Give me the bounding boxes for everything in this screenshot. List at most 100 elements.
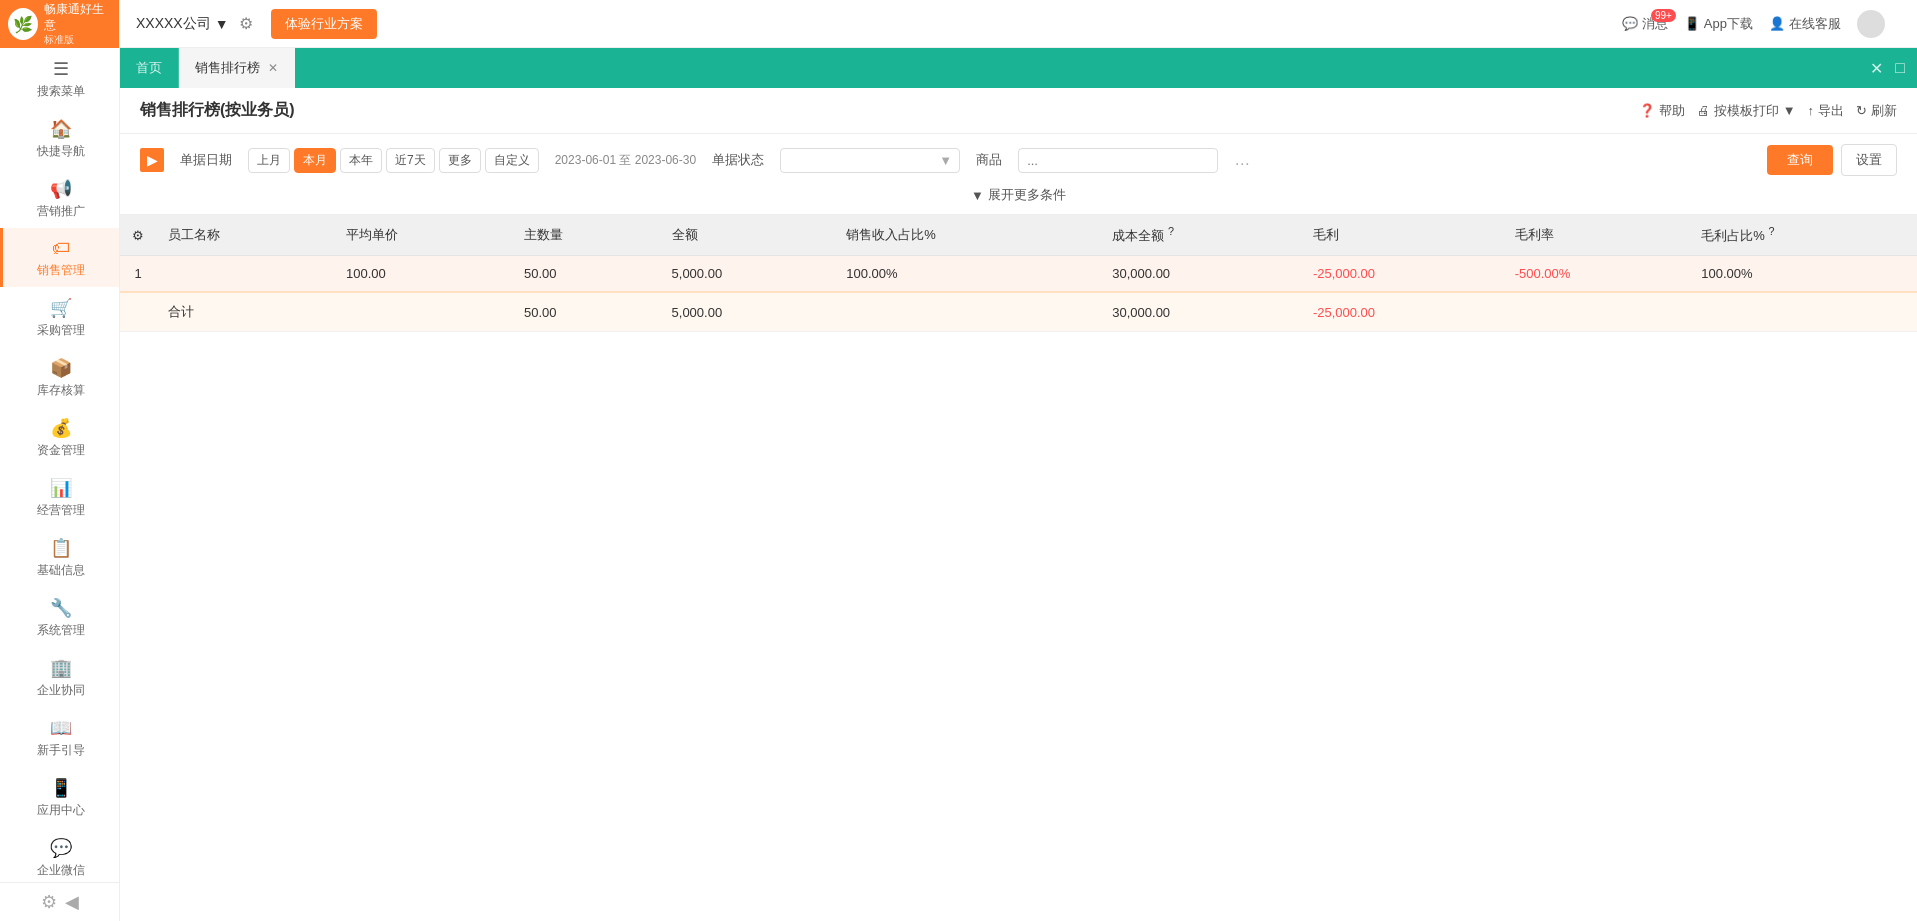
topbar: XXXXX公司 ▼ ⚙ 体验行业方案 💬 消息 99+ 📱 App下载 👤 在线… (120, 0, 1917, 48)
wechat-icon: 💬 (50, 837, 72, 859)
th-cost: 成本全额 ? (1100, 215, 1301, 256)
th-profit-pct: 毛利占比% ? (1689, 215, 1917, 256)
avatar[interactable] (1857, 10, 1885, 38)
data-table: ⚙ 员工名称 平均单价 主数量 全额 销售收入占比% 成本全额 ? 毛利 毛利率… (120, 215, 1917, 332)
sidebar-item-marketing[interactable]: 📢营销推广 (0, 168, 119, 228)
sidebar-item-finance[interactable]: 💰 资金管理 (0, 407, 119, 467)
trial-button[interactable]: 体验行业方案 (271, 9, 377, 39)
status-label: 单据状态 (712, 151, 764, 169)
date-curr-year-btn[interactable]: 本年 (340, 148, 382, 173)
collapse-icon[interactable]: ◀ (65, 891, 79, 913)
sidebar-item-search[interactable]: ☰搜索菜单 (0, 48, 119, 108)
th-settings[interactable]: ⚙ (120, 215, 156, 256)
table-header-row: ⚙ 员工名称 平均单价 主数量 全额 销售收入占比% 成本全额 ? 毛利 毛利率… (120, 215, 1917, 256)
date-prev-month-btn[interactable]: 上月 (248, 148, 290, 173)
company-settings-icon[interactable]: ⚙ (239, 14, 253, 33)
main-content: XXXXX公司 ▼ ⚙ 体验行业方案 💬 消息 99+ 📱 App下载 👤 在线… (120, 0, 1917, 921)
topbar-right: 💬 消息 99+ 📱 App下载 👤 在线客服 (1622, 10, 1901, 38)
search-icon: ☰ (53, 58, 69, 80)
sidebar-label-guide: 新手引导 (37, 742, 85, 759)
basic-icon: 📋 (50, 537, 72, 559)
sidebar-label-sales: 销售管理 (37, 262, 85, 279)
date-curr-month-btn[interactable]: 本月 (294, 148, 336, 173)
cell-name (156, 256, 334, 293)
help-button[interactable]: ❓ 帮助 (1639, 102, 1685, 120)
sidebar-item-system[interactable]: 🔧 系统管理 (0, 587, 119, 647)
online-service-button[interactable]: 👤 在线客服 (1769, 15, 1841, 33)
sidebar-label-finance: 资金管理 (37, 442, 85, 459)
sidebar-item-sales[interactable]: 🏷 销售管理 (0, 228, 119, 287)
filter-bar: ▶ 单据日期 上月 本月 本年 近7天 更多 自定义 2023-06-01 至 … (120, 134, 1917, 215)
sidebar-item-shortcut[interactable]: 🏠快捷导航 (0, 108, 119, 168)
sidebar-label-basic: 基础信息 (37, 562, 85, 579)
footer-empty-1 (120, 292, 156, 332)
sidebar-label-system: 系统管理 (37, 622, 85, 639)
table-row: 1 100.00 50.00 5,000.00 100.00% 30,000.0… (120, 256, 1917, 293)
sidebar-label-inventory: 库存核算 (37, 382, 85, 399)
footer-cost: 30,000.00 (1100, 292, 1301, 332)
export-button[interactable]: ↑ 导出 (1808, 102, 1845, 120)
th-sales-pct: 销售收入占比% (834, 215, 1100, 256)
date-more-btn[interactable]: 更多 (439, 148, 481, 173)
settings-button[interactable]: 设置 (1841, 144, 1897, 176)
sidebar-item-inventory[interactable]: 📦库存核算 (0, 347, 119, 407)
query-button[interactable]: 查询 (1767, 145, 1833, 175)
table-footer: 合计 50.00 5,000.00 30,000.00 -25,000.00 (120, 292, 1917, 332)
footer-profit-rate (1503, 292, 1690, 332)
system-icon: 🔧 (50, 597, 72, 619)
app-download-button[interactable]: 📱 App下载 (1684, 15, 1753, 33)
th-name: 员工名称 (156, 215, 334, 256)
sidebar-item-apps[interactable]: 📱应用中心 (0, 767, 119, 827)
tab-close-icon[interactable]: ✕ (268, 61, 278, 75)
sidebar-item-wechat[interactable]: 💬企业微信 (0, 827, 119, 882)
footer-profit: -25,000.00 (1301, 292, 1503, 332)
export-icon: ↑ (1808, 103, 1815, 118)
goods-more-icon[interactable]: … (1234, 151, 1250, 169)
cell-profit: -25,000.00 (1301, 256, 1503, 293)
maximize-window-icon[interactable]: □ (1895, 59, 1905, 77)
app-logo: 🌿 畅康通好生意 标准版 (0, 0, 119, 48)
date-last7-btn[interactable]: 近7天 (386, 148, 435, 173)
date-label: 单据日期 (180, 151, 232, 169)
sidebar-label-apps: 应用中心 (37, 802, 85, 819)
footer-profit-pct (1689, 292, 1917, 332)
close-window-icon[interactable]: ✕ (1870, 59, 1883, 78)
print-button[interactable]: 🖨 按模板打印 ▼ (1697, 102, 1796, 120)
status-select[interactable] (780, 148, 960, 173)
table-body: 1 100.00 50.00 5,000.00 100.00% 30,000.0… (120, 256, 1917, 293)
tab-sales-ranking[interactable]: 销售排行榜 ✕ (179, 48, 295, 88)
filter-toggle-icon[interactable]: ▶ (140, 148, 164, 172)
refresh-button[interactable]: ↻ 刷新 (1856, 102, 1897, 120)
cell-amount: 5,000.00 (660, 256, 835, 293)
page-header: 销售排行榜(按业务员) ❓ 帮助 🖨 按模板打印 ▼ ↑ 导出 ↻ 刷新 (120, 88, 1917, 134)
app-icon: 📱 (1684, 16, 1700, 31)
settings-bottom-icon[interactable]: ⚙ (41, 891, 57, 913)
footer-label: 合计 (156, 292, 334, 332)
finance-icon: 💰 (50, 417, 72, 439)
th-profit-rate: 毛利率 (1503, 215, 1690, 256)
message-button[interactable]: 💬 消息 99+ (1622, 15, 1668, 33)
date-custom-btn[interactable]: 自定义 (485, 148, 539, 173)
sales-icon: 🏷 (52, 238, 70, 259)
print-icon: 🖨 (1697, 103, 1710, 118)
gear-icon: ⚙ (132, 228, 144, 243)
goods-label: 商品 (976, 151, 1002, 169)
company-selector[interactable]: XXXXX公司 ▼ (136, 15, 229, 33)
sidebar-label-operations: 经营管理 (37, 502, 85, 519)
expand-more-button[interactable]: ▼ 展开更多条件 (971, 186, 1066, 204)
sidebar-item-operations[interactable]: 📊经营管理 (0, 467, 119, 527)
sidebar-label-enterprise: 企业协同 (37, 682, 85, 699)
date-range-display: 2023-06-01 至 2023-06-30 (555, 152, 696, 169)
cell-profit-pct: 100.00% (1689, 256, 1917, 293)
sidebar-item-guide[interactable]: 📖新手引导 (0, 707, 119, 767)
logo-icon: 🌿 (8, 8, 38, 40)
sidebar: 🌿 畅康通好生意 标准版 ☰搜索菜单🏠快捷导航📢营销推广 🏷 销售管理 🛒采购管理📦库… (0, 0, 120, 921)
tab-sales-ranking-label: 销售排行榜 (195, 59, 260, 77)
purchase-icon: 🛒 (50, 297, 72, 319)
goods-input[interactable] (1018, 148, 1218, 173)
sidebar-item-enterprise[interactable]: 🏢企业协同 (0, 647, 119, 707)
sidebar-item-purchase[interactable]: 🛒采购管理 (0, 287, 119, 347)
tab-home[interactable]: 首页 (120, 48, 179, 88)
sidebar-item-basic[interactable]: 📋 基础信息 (0, 527, 119, 587)
help-icon: ❓ (1639, 103, 1655, 118)
